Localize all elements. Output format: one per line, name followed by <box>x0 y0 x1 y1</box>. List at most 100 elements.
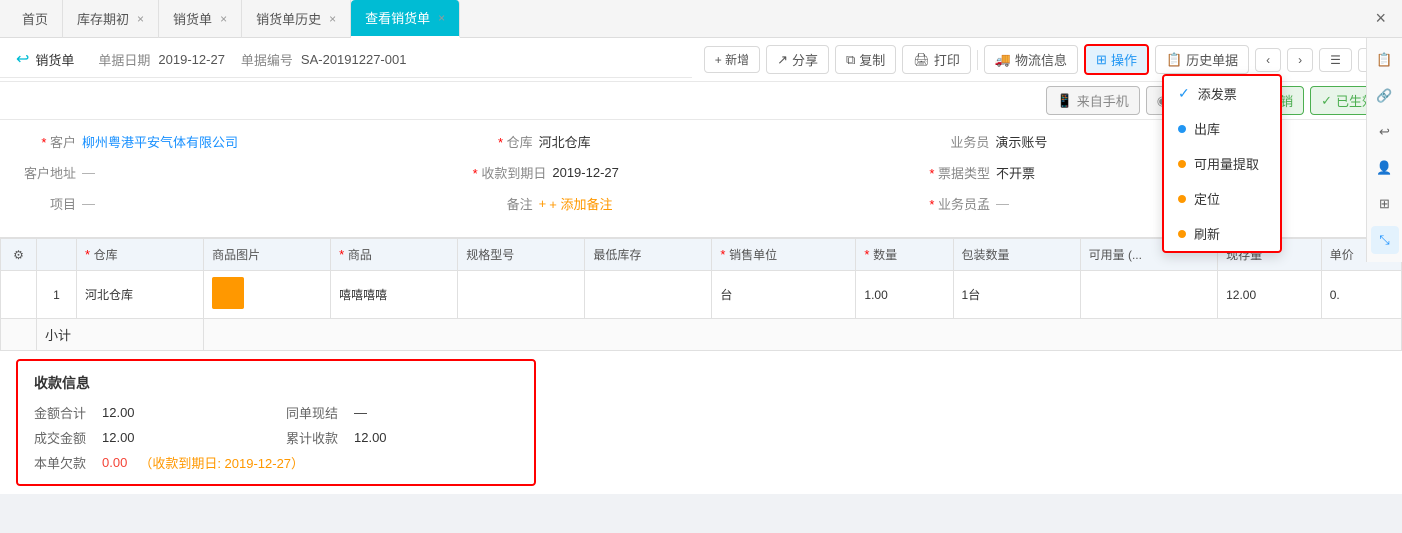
cumulative-value: 12.00 <box>354 430 387 445</box>
th-unit: 销售单位 <box>712 239 856 271</box>
operate-button[interactable]: ⊞ 操作 <box>1084 44 1149 75</box>
share-button[interactable]: ↗ 分享 <box>766 45 829 74</box>
invoice-field: 票据类型 不开票 <box>929 163 1386 182</box>
invoice-label: 票据类型 <box>929 163 990 182</box>
right-expand-btn[interactable]: ⤡ <box>1371 226 1399 254</box>
tab-view-sales-close[interactable]: × <box>438 11 445 25</box>
operations-dropdown: ✓ 添发票 出库 可用量提取 定位 刷新 <box>1162 74 1282 253</box>
tab-sales-history-label: 销货单历史 <box>256 9 321 28</box>
outbound-label: 出库 <box>1194 119 1220 138</box>
main-content: ↩ 销货单 单据日期 2019-12-27 单据编号 SA-20191227-0… <box>0 38 1402 494</box>
staff-name-value: — <box>996 196 1009 211</box>
logistics-button[interactable]: 🚚 物流信息 <box>984 45 1078 74</box>
outbound-item[interactable]: 出库 <box>1164 111 1280 146</box>
deal-amount-label: 成交金额 <box>34 428 94 447</box>
summary-cumulative: 累计收款 12.00 <box>286 428 518 447</box>
grid-icon: ⊞ <box>1379 196 1390 212</box>
summary-total-amount: 金额合计 12.00 <box>34 403 266 422</box>
customer-label: 客户 <box>16 132 76 151</box>
right-grid-btn[interactable]: ⊞ <box>1371 190 1399 218</box>
history-button[interactable]: 📋 历史单据 <box>1155 45 1249 74</box>
right-panel: 📋 🔗 ↩ 👤 ⊞ ⤡ <box>1366 38 1402 262</box>
toolbar: + 新增 ↗ 分享 ⧉ 复制 🖨 打印 🚚 物流信息 <box>692 38 1402 81</box>
locate-item[interactable]: 定位 <box>1164 181 1280 216</box>
owe-note: （收款到期日: 2019-12-27） <box>139 453 304 472</box>
from-phone-button[interactable]: 📱 来自手机 <box>1046 86 1140 115</box>
nav-next-button[interactable]: › <box>1287 48 1313 72</box>
dot-icon-4 <box>1178 230 1186 238</box>
tab-sales-history[interactable]: 销货单历史 × <box>242 0 351 38</box>
project-field: 项目 — <box>16 194 473 213</box>
project-value: — <box>82 196 95 211</box>
tab-sales-history-close[interactable]: × <box>329 12 336 26</box>
tab-sales[interactable]: 销货单 × <box>159 0 242 38</box>
products-table: ⚙ 仓库 商品图片 商品 规格型号 最低库存 销售单位 数量 包装数量 可用量 … <box>0 238 1402 351</box>
tab-view-sales-label: 查看销货单 <box>365 8 430 27</box>
tab-sales-close[interactable]: × <box>220 12 227 26</box>
summary-deal-amount: 成交金额 12.00 <box>34 428 266 447</box>
subtotal-row: 小计 <box>1 319 1402 351</box>
no-label: 单据编号 <box>233 50 293 69</box>
cell-qty: 1.00 <box>856 271 953 319</box>
date-label: 单据日期 <box>90 50 150 69</box>
doc-title-group: ↩ 销货单 <box>16 49 74 69</box>
doc-info: ↩ 销货单 单据日期 2019-12-27 单据编号 SA-20191227-0… <box>0 41 692 78</box>
subtotal-label-cell: 小计 <box>37 319 204 351</box>
dot-icon-1 <box>1178 125 1186 133</box>
tab-view-sales[interactable]: 查看销货单 × <box>351 0 460 38</box>
address-label: 客户地址 <box>16 163 76 182</box>
tab-sales-label: 销货单 <box>173 9 212 28</box>
effective-icon: ✓ <box>1321 93 1332 109</box>
tab-inventory[interactable]: 库存期初 × <box>63 0 159 38</box>
separator1 <box>977 50 978 70</box>
available-qty-item[interactable]: 可用量提取 <box>1164 146 1280 181</box>
duedate-value: 2019-12-27 <box>552 165 619 180</box>
cell-product: 嘻嘻嘻嘻 <box>331 271 458 319</box>
warehouse-label: 仓库 <box>473 132 533 151</box>
same-settle-label: 同单现结 <box>286 403 346 422</box>
tab-home[interactable]: 首页 <box>8 0 63 38</box>
th-no <box>37 239 77 271</box>
th-minstock: 最低库存 <box>585 239 712 271</box>
print-button[interactable]: 🖨 打印 <box>902 45 971 74</box>
cell-no: 1 <box>37 271 77 319</box>
truck-icon: 🚚 <box>995 52 1011 68</box>
add-invoice-item[interactable]: ✓ 添发票 <box>1164 76 1280 111</box>
note-field: 备注 + + 添加备注 <box>473 194 930 213</box>
doc-title: 销货单 <box>35 50 74 69</box>
available-qty-label: 可用量提取 <box>1194 154 1259 173</box>
view-list-button[interactable]: ☰ <box>1319 48 1352 72</box>
right-user-btn[interactable]: 👤 <box>1371 154 1399 182</box>
user-icon: 👤 <box>1376 160 1392 176</box>
summary-grid: 金额合计 12.00 同单现结 — 成交金额 12.00 累计收款 12.00 … <box>34 403 518 472</box>
product-image <box>212 277 244 309</box>
copy-button[interactable]: ⧉ 复制 <box>835 45 896 74</box>
warehouse-field: 仓库 河北仓库 <box>473 132 930 151</box>
warehouse-value: 河北仓库 <box>539 132 591 151</box>
right-link-btn[interactable]: 🔗 <box>1371 82 1399 110</box>
right-return-btn[interactable]: ↩ <box>1371 118 1399 146</box>
doc-no: SA-20191227-001 <box>301 52 407 67</box>
new-button[interactable]: + 新增 <box>704 46 760 73</box>
window-close-button[interactable]: × <box>1367 8 1394 29</box>
deal-amount-value: 12.00 <box>102 430 135 445</box>
refresh-item[interactable]: 刷新 <box>1164 216 1280 251</box>
doc-meta: 单据日期 2019-12-27 单据编号 SA-20191227-001 <box>90 50 406 69</box>
cell-spec <box>458 271 585 319</box>
th-packqty: 包装数量 <box>953 239 1080 271</box>
owe-label: 本单欠款 <box>34 453 94 472</box>
address-field: 客户地址 — <box>16 163 473 182</box>
customer-value[interactable]: 柳州粤港平安气体有限公司 <box>82 132 238 151</box>
duedate-field: 收款到期日 2019-12-27 <box>473 163 930 182</box>
summary-owe: 本单欠款 0.00 （收款到期日: 2019-12-27） <box>34 453 518 472</box>
th-settings[interactable]: ⚙ <box>1 239 37 271</box>
same-settle-value: — <box>354 405 367 420</box>
plus-icon: + <box>539 196 547 211</box>
expand-icon: ⤡ <box>1379 232 1389 248</box>
tab-bar: 首页 库存期初 × 销货单 × 销货单历史 × 查看销货单 × × <box>0 0 1402 38</box>
add-note-button[interactable]: + + 添加备注 <box>539 194 613 213</box>
doc-icon: ↩ <box>16 49 29 69</box>
nav-prev-button[interactable]: ‹ <box>1255 48 1281 72</box>
right-clipboard-btn[interactable]: 📋 <box>1371 46 1399 74</box>
tab-inventory-close[interactable]: × <box>137 12 144 26</box>
